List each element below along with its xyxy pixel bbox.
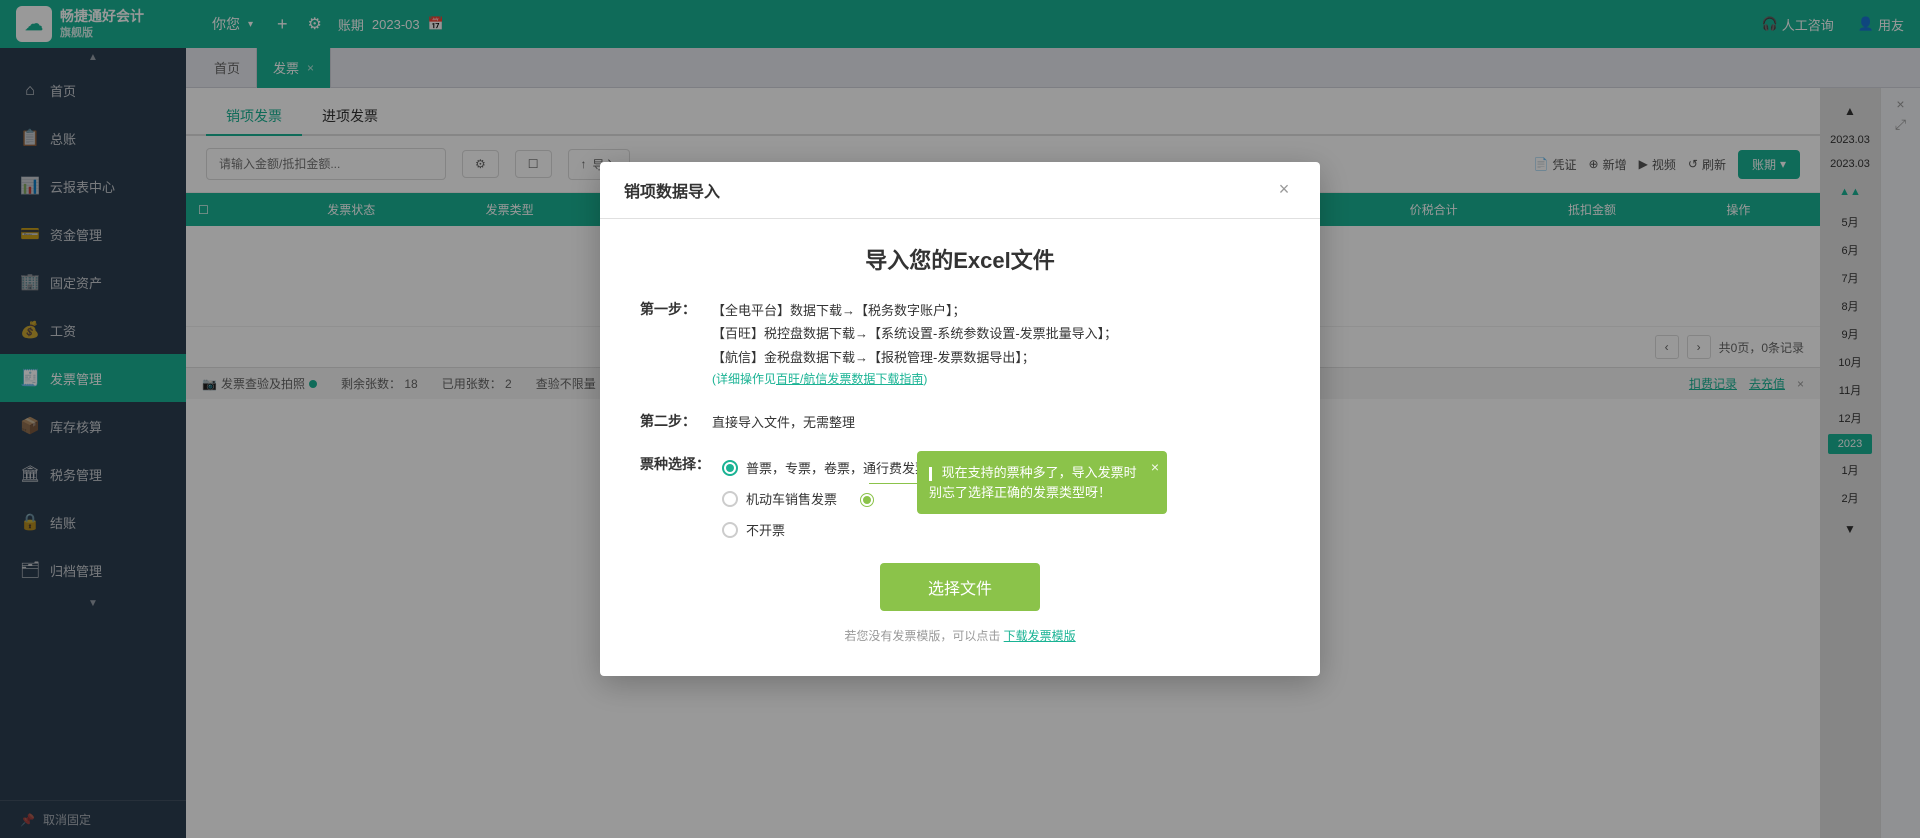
tooltip-close-btn[interactable]: × (1151, 457, 1159, 478)
ticket-label: 票种选择： (640, 454, 710, 474)
step-2-row: 第二步： 直接导入文件，无需整理 (640, 411, 1280, 434)
modal-import-title: 导入您的Excel文件 (640, 243, 1280, 275)
step1-line-2: 【百旺】税控盘数据下载→【系统设置-系统参数设置-发票批量导入】； (712, 322, 1117, 345)
ticket-option-no-ticket[interactable]: 不开票 (722, 520, 1032, 539)
tooltip-dot (861, 494, 873, 506)
step1-link-close: ) (923, 372, 927, 386)
step1-label: 第一步： (640, 299, 700, 319)
modal-title: 销项数据导入 (624, 178, 720, 202)
step1-link[interactable]: (详细操作见百旺/航信发票数据下载指南) (712, 369, 1117, 391)
tooltip-line (869, 483, 919, 484)
ticket-options: 普票，专票，卷票，通行费发票，农产品销售发票 机动车销售发票 现在支持的票种 (722, 458, 1032, 539)
ticket-motor-label: 机动车销售发票 (746, 489, 837, 508)
step1-line-1: 【全电平台】数据下载→【税务数字账户】； (712, 299, 1117, 322)
step1-link-text: (详细操作见 (712, 372, 776, 386)
tooltip-anchor: 现在支持的票种多了，导入发票时别忘了选择正确的发票类型呀！ × (861, 491, 873, 506)
import-modal: 销项数据导入 × 导入您的Excel文件 第一步： 【全电平台】数据下载→【税务… (600, 162, 1320, 676)
ticket-option-motor[interactable]: 机动车销售发票 现在支持的票种多了，导入发票时别忘了选择正确的发票类型呀！ × (722, 489, 1032, 508)
modal-header: 销项数据导入 × (600, 162, 1320, 219)
step1-content: 【全电平台】数据下载→【税务数字账户】； 【百旺】税控盘数据下载→【系统设置-系… (712, 299, 1117, 391)
ticket-no-ticket-label: 不开票 (746, 520, 785, 539)
tooltip-text: 现在支持的票种多了，导入发票时别忘了选择正确的发票类型呀！ (929, 465, 1137, 500)
download-template-link[interactable]: 下载发票模版 (1004, 629, 1076, 643)
radio-general[interactable] (722, 460, 738, 476)
radio-no-ticket[interactable] (722, 522, 738, 538)
ticket-choice-row: 票种选择： 普票，专票，卷票，通行费发票，农产品销售发票 机动车销售发票 (640, 454, 1280, 539)
modal-overlay: 销项数据导入 × 导入您的Excel文件 第一步： 【全电平台】数据下载→【税务… (0, 0, 1920, 838)
step2-text: 直接导入文件，无需整理 (712, 415, 855, 430)
radio-motor[interactable] (722, 491, 738, 507)
step2-content: 直接导入文件，无需整理 (712, 411, 855, 434)
select-file-btn[interactable]: 选择文件 (880, 563, 1040, 611)
tooltip-bar (929, 467, 932, 481)
modal-close-btn[interactable]: × (1272, 178, 1296, 202)
step2-label: 第二步： (640, 411, 700, 431)
step-1-row: 第一步： 【全电平台】数据下载→【税务数字账户】； 【百旺】税控盘数据下载→【系… (640, 299, 1280, 391)
modal-footer-note: 若您没有发票模版，可以点击 下载发票模版 (640, 627, 1280, 644)
tooltip-bubble: 现在支持的票种多了，导入发票时别忘了选择正确的发票类型呀！ × (917, 451, 1167, 514)
step1-guide-link[interactable]: 百旺/航信发票数据下载指南 (776, 372, 923, 386)
step1-line-3: 【航信】金税盘数据下载→【报税管理-发票数据导出】； (712, 346, 1117, 369)
modal-body: 导入您的Excel文件 第一步： 【全电平台】数据下载→【税务数字账户】； 【百… (600, 219, 1320, 676)
